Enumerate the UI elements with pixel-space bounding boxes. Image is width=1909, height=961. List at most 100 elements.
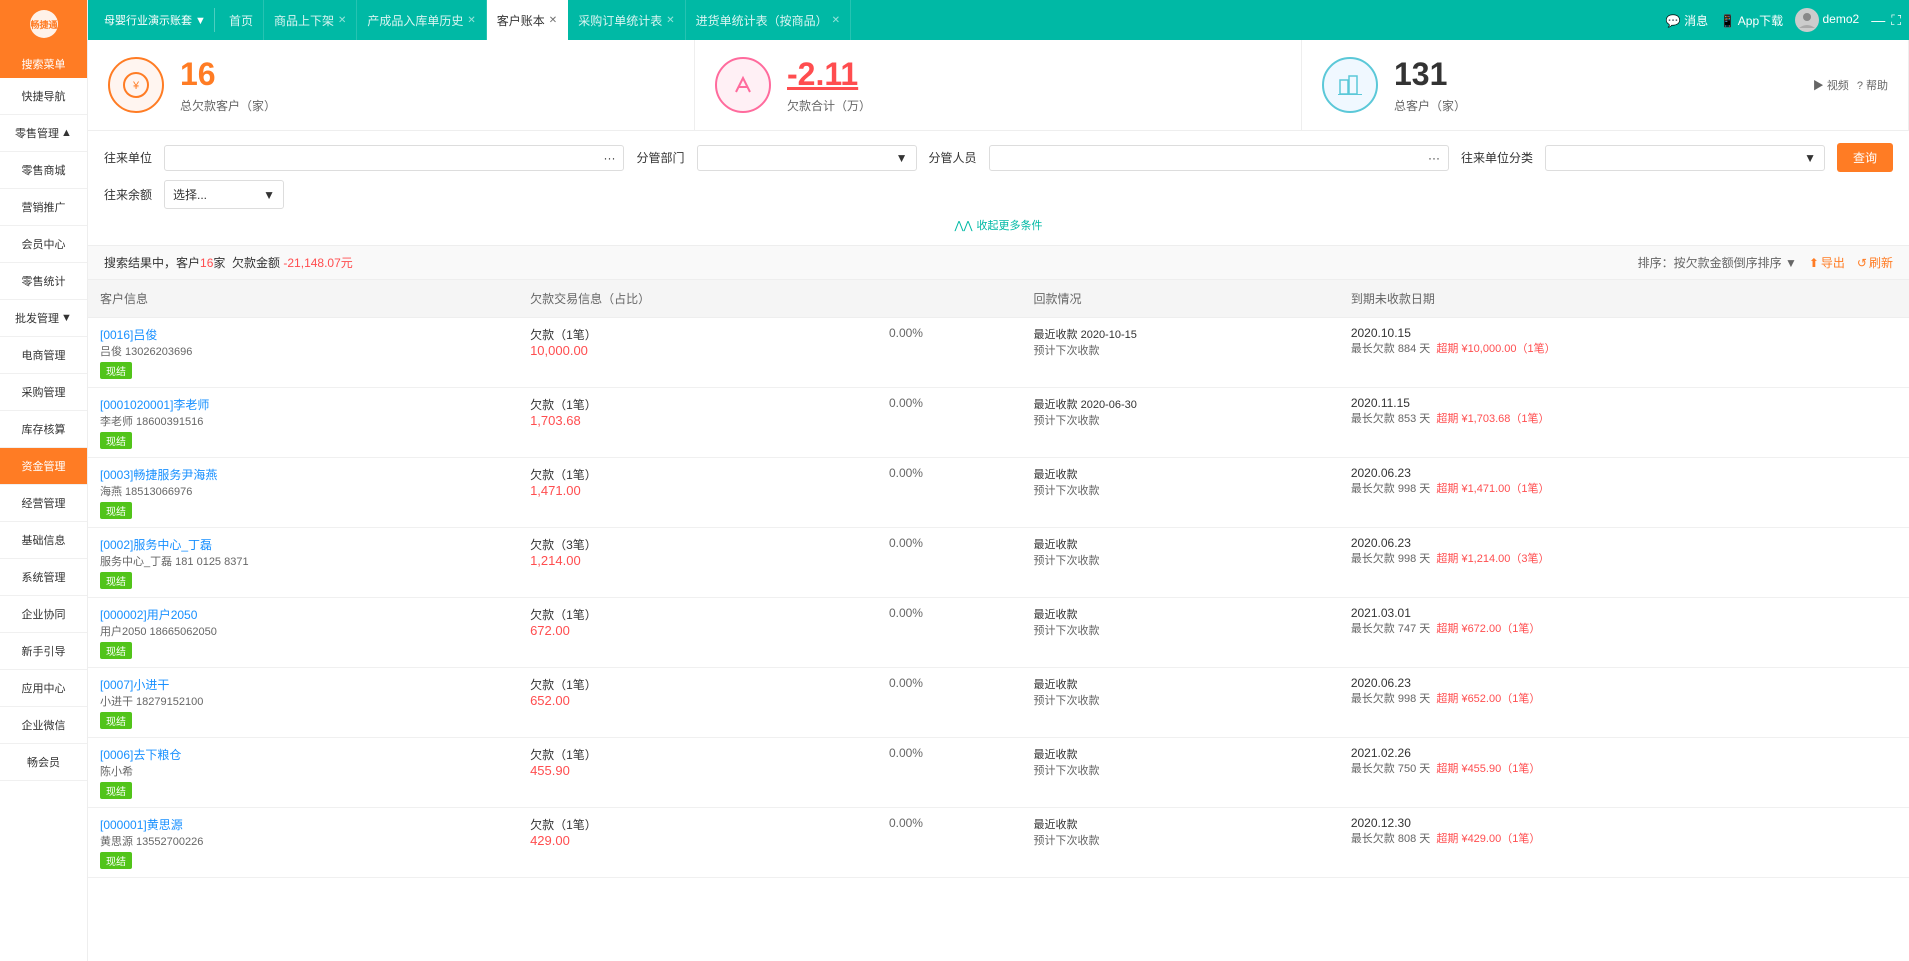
overdue-link[interactable]: 超期 ¥1,471.00（1笔） xyxy=(1436,483,1549,495)
debt-amount[interactable]: 672.00 xyxy=(530,623,865,638)
app-download-btn[interactable]: 📱 App下载 xyxy=(1720,12,1783,29)
overdue-link[interactable]: 超期 ¥429.00（1笔） xyxy=(1436,833,1540,845)
debt-count: 欠款（1笔） xyxy=(530,606,865,623)
debt-amount[interactable]: 1,214.00 xyxy=(530,553,865,568)
message-btn[interactable]: 💬 消息 xyxy=(1666,12,1708,29)
result-debt-amount: -21,148.07元 xyxy=(283,256,352,270)
sidebar-item-purchase[interactable]: 采购管理 xyxy=(0,374,87,411)
overdue-link[interactable]: 超期 ¥1,214.00（3笔） xyxy=(1436,553,1549,565)
debt-count-cell: 欠款（1笔） 10,000.00 xyxy=(518,318,877,388)
sidebar-item-members[interactable]: 畅会员 xyxy=(0,744,87,781)
customer-name[interactable]: [0007]小进干 xyxy=(100,676,506,693)
debt-amount[interactable]: 455.90 xyxy=(530,763,865,778)
customer-name[interactable]: [0001020001]李老师 xyxy=(100,396,506,413)
debt-amount[interactable]: 10,000.00 xyxy=(530,343,865,358)
unit-category-select[interactable]: ▼ xyxy=(1545,145,1825,171)
help-btn[interactable]: ? 帮助 xyxy=(1857,77,1888,93)
tab-close-icon[interactable]: ✕ xyxy=(338,15,346,26)
customer-info-cell: [0007]小进干 小进干 18279152100 现结 xyxy=(88,668,518,738)
sidebar-item-quick-nav[interactable]: 快捷导航 xyxy=(0,78,87,115)
customer-name[interactable]: [0006]去下粮仓 xyxy=(100,746,506,763)
due-date: 2020.06.23 xyxy=(1351,676,1897,690)
balance-select[interactable]: 选择... ▼ xyxy=(164,180,284,209)
debt-amount[interactable]: 652.00 xyxy=(530,693,865,708)
sidebar-item-inventory[interactable]: 库存核算 xyxy=(0,411,87,448)
search-button[interactable]: 查询 xyxy=(1837,143,1893,172)
customer-tag: 现结 xyxy=(100,782,132,799)
refresh-btn[interactable]: ↺ 刷新 xyxy=(1857,254,1893,271)
tab-close-icon3[interactable]: ✕ xyxy=(549,15,557,26)
customer-name[interactable]: [0003]畅捷服务尹海燕 xyxy=(100,466,506,483)
maximize-icon[interactable]: ⛶ xyxy=(1891,12,1901,29)
sidebar-item-enterprise[interactable]: 企业协同 xyxy=(0,596,87,633)
debt-count: 欠款（1笔） xyxy=(530,326,865,343)
sidebar-item-retail-mall[interactable]: 零售商城 xyxy=(0,152,87,189)
sidebar-item-retail-mgmt[interactable]: 零售管理 ▲ xyxy=(0,115,87,152)
customer-info-cell: [000001]黄思源 黄思源 13552700226 现结 xyxy=(88,808,518,878)
stat-card-help: ▶ 视频 ? 帮助 xyxy=(1813,77,1888,93)
sidebar-item-marketing[interactable]: 营销推广 xyxy=(0,189,87,226)
sidebar-item-wholesale[interactable]: 批发管理 ▼ xyxy=(0,300,87,337)
sidebar-item-guide[interactable]: 新手引导 xyxy=(0,633,87,670)
overdue-days: 最长欠款 750 天 超期 ¥455.90（1笔） xyxy=(1351,760,1897,776)
next-payment: 预计下次收款 xyxy=(1034,762,1327,778)
overdue-link[interactable]: 超期 ¥652.00（1笔） xyxy=(1436,693,1540,705)
overdue-link[interactable]: 超期 ¥10,000.00（1笔） xyxy=(1436,343,1555,355)
search-menu-item[interactable]: 搜索菜单 xyxy=(0,50,87,78)
overdue-link[interactable]: 超期 ¥455.90（1笔） xyxy=(1436,763,1540,775)
sidebar-item-basic-info[interactable]: 基础信息 xyxy=(0,522,87,559)
customer-name[interactable]: [0016]吕俊 xyxy=(100,326,506,343)
overdue-link[interactable]: 超期 ¥1,703.68（1笔） xyxy=(1436,413,1549,425)
manager-input[interactable]: ··· xyxy=(989,145,1449,171)
manager-label: 分管人员 xyxy=(929,149,977,166)
sidebar-item-wechat[interactable]: 企业微信 xyxy=(0,707,87,744)
customer-name[interactable]: [000001]黄思源 xyxy=(100,816,506,833)
sidebar-item-system[interactable]: 系统管理 xyxy=(0,559,87,596)
sidebar-item-finance[interactable]: 资金管理 xyxy=(0,448,87,485)
tab-product-listing[interactable]: 商品上下架 ✕ xyxy=(264,0,357,40)
customer-tag: 现结 xyxy=(100,642,132,659)
view-btn[interactable]: ▶ 视频 xyxy=(1813,77,1849,93)
tab-home[interactable]: 首页 xyxy=(219,0,264,40)
debt-ratio: 0.00% xyxy=(889,676,1010,690)
sidebar-item-retail-stats[interactable]: 零售统计 xyxy=(0,263,87,300)
customer-phone: 用户2050 18665062050 xyxy=(100,623,506,639)
overdue-link[interactable]: 超期 ¥672.00（1笔） xyxy=(1436,623,1540,635)
customer-table: 客户信息 欠款交易信息（占比） 回款情况 到期未收款日期 [0016]吕俊 吕俊… xyxy=(88,280,1909,878)
debt-amount[interactable]: 1,471.00 xyxy=(530,483,865,498)
collapse-button[interactable]: ⋀⋀ 收起更多条件 xyxy=(954,217,1042,233)
col-customer-info: 客户信息 xyxy=(88,280,518,318)
customer-info-cell: [0001020001]李老师 李老师 18600391516 现结 xyxy=(88,388,518,458)
export-btn[interactable]: ⬆ 导出 xyxy=(1809,254,1845,271)
debt-ratio: 0.00% xyxy=(889,326,1010,340)
tab-close-icon5[interactable]: ✕ xyxy=(832,15,840,26)
tab-customer-account[interactable]: 客户账本 ✕ xyxy=(487,0,568,40)
tab-production-history[interactable]: 产成品入库单历史 ✕ xyxy=(357,0,486,40)
debt-ratio-cell: 0.00% xyxy=(877,388,1022,458)
dept-select[interactable]: ▼ xyxy=(697,145,917,171)
customer-phone: 海燕 18513066976 xyxy=(100,483,506,499)
tab-purchase-stats[interactable]: 采购订单统计表 ✕ xyxy=(568,0,685,40)
debt-amount[interactable]: 1,703.68 xyxy=(530,413,865,428)
recent-payment: 最近收款 xyxy=(1034,606,1327,622)
overdue-days: 最长欠款 747 天 超期 ¥672.00（1笔） xyxy=(1351,620,1897,636)
sidebar-item-ecommerce[interactable]: 电商管理 xyxy=(0,337,87,374)
sidebar-item-operations[interactable]: 经营管理 xyxy=(0,485,87,522)
from-unit-input[interactable]: ··· xyxy=(164,145,624,171)
filter-area: 往来单位 ··· 分管部门 ▼ 分管人员 ··· 往来单位分类 xyxy=(88,131,1909,246)
debt-amount[interactable]: 429.00 xyxy=(530,833,865,848)
tab-close-icon4[interactable]: ✕ xyxy=(666,15,674,26)
customer-info-cell: [0002]服务中心_丁磊 服务中心_丁磊 181 0125 8371 现结 xyxy=(88,528,518,598)
next-payment: 预计下次收款 xyxy=(1034,832,1327,848)
customer-name[interactable]: [000002]用户2050 xyxy=(100,606,506,623)
tab-close-icon2[interactable]: ✕ xyxy=(467,15,475,26)
minimize-icon[interactable]: — xyxy=(1871,12,1885,29)
customer-name[interactable]: [0002]服务中心_丁磊 xyxy=(100,536,506,553)
dept-arrow: ▼ xyxy=(896,151,908,165)
sidebar-item-apps[interactable]: 应用中心 xyxy=(0,670,87,707)
sidebar-item-member[interactable]: 会员中心 xyxy=(0,226,87,263)
tab-inbound-stats[interactable]: 进货单统计表（按商品） ✕ xyxy=(686,0,851,40)
user-avatar[interactable]: demo2 xyxy=(1795,8,1859,32)
recent-payment: 最近收款 xyxy=(1034,466,1327,482)
sort-label[interactable]: 排序：按欠款金额倒序排序 ▼ xyxy=(1638,254,1797,271)
